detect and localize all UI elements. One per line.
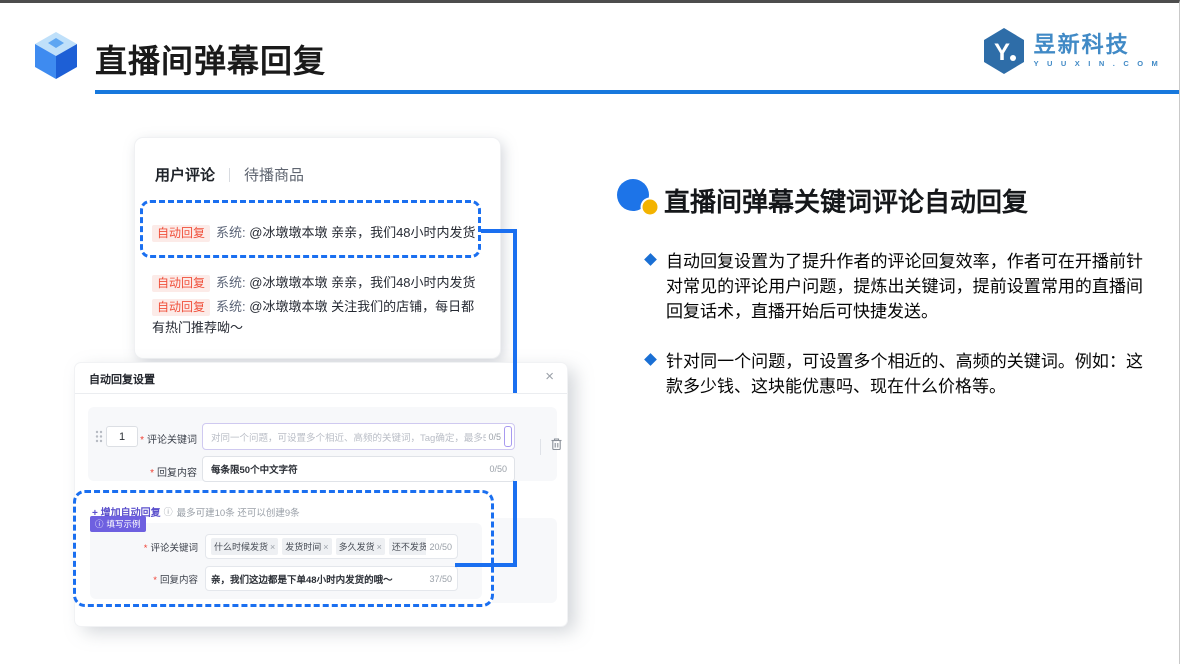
message-text: @冰墩墩本墩 亲亲，我们48小时内发货 [249,225,476,240]
message-sender: 系统: [216,225,246,240]
example-keyword-label: * 评论关键词 [143,543,198,554]
brand-name: 昱新科技 [1033,32,1130,57]
example-reply-counter: 37/50 [426,567,452,590]
example-reply-label: * 回复内容 [153,575,198,586]
keyword-tag[interactable]: 多久发货 × [335,538,385,555]
tag-close-icon[interactable]: × [270,542,275,552]
tab-user-comments[interactable]: 用户评论 [155,164,215,185]
tab-pending-products[interactable]: 待播商品 [244,164,304,185]
input-end-cap [504,426,512,447]
auto-reply-badge: 自动回复 [152,299,211,316]
feature-point: 针对同一个问题，可设置多个相近的、高频的关键词。例如：这款多少钱、这块能优惠吗、… [666,352,1143,396]
chat-message: 自动回复 系统: @冰墩墩本墩 亲亲，我们48小时内发货 [152,272,484,293]
close-icon[interactable]: × [545,366,554,388]
brand-hexagon-icon: Y [983,28,1024,74]
feature-point: 自动回复设置为了提升作者的评论回复效率，作者可在开播前针对常见的评论用户问题，提… [666,252,1143,321]
tag-close-icon[interactable]: × [323,542,328,552]
connector-line [481,229,517,233]
page: 直播间弹幕回复 Y 昱新科技 Y U U X I N . C O M 用户评论 … [0,0,1180,664]
reply-label: * 回复内容 [150,468,197,479]
reply-input[interactable]: 每条限50个中文字符 0/50 [202,456,515,482]
connector-line [513,229,517,393]
title-underline [95,90,1179,94]
cube-logo-icon [33,30,79,85]
diamond-bullet-icon [644,353,657,366]
rule-row-panel: 1 * 评论关键词 对同一个问题，可设置多个相近、高频的关键词，Tag确定，最多5… [88,407,562,482]
feature-heading: 直播间弹幕关键词评论自动回复 [664,187,1029,217]
page-title: 直播间弹幕回复 [95,43,327,79]
chat-message: 自动回复 系统: @冰墩墩本墩 亲亲，我们48小时内发货 [152,222,484,243]
keyword-placeholder: 对同一个问题，可设置多个相近、高频的关键词，Tag确定，最多5个 [211,432,486,444]
svg-text:Y: Y [994,39,1010,66]
chat-card: 用户评论 待播商品 自动回复 系统: @冰墩墩本墩 亲亲，我们48小时内发货 自动… [135,138,500,358]
keyword-tag[interactable]: 发货时间 × [282,538,332,555]
info-icon: ⓘ [95,519,104,529]
connector-line [513,481,517,567]
chat-message: 自动回复 系统: @冰墩墩本墩 关注我们的店铺，每日都有热门推荐呦～ [152,296,484,338]
example-reply-value: 亲，我们这边都是下单48小时内发货的哦～ [211,574,393,586]
brand-domain: Y U U X I N . C O M [1033,59,1161,68]
add-auto-reply-hint: 最多可建10条 还可以创建9条 [176,507,300,519]
keyword-counter: 0/5 [488,431,501,442]
delete-rule-button[interactable] [550,437,563,456]
reply-counter: 0/50 [489,464,507,474]
row-divider [540,439,541,455]
example-keyword-input[interactable]: 什么时候发货× 发货时间× 多久发货× 还不发货× 20/50 [205,534,458,559]
keyword-input[interactable]: 对同一个问题，可设置多个相近、高频的关键词，Tag确定，最多5个 0/5 [202,423,515,450]
tag-close-icon[interactable]: × [377,542,382,552]
required-mark: * [143,543,148,554]
diamond-bullet-icon [644,253,657,266]
tab-separator [229,167,231,182]
required-mark: * [150,468,154,479]
example-reply-input[interactable]: 亲，我们这边都是下单48小时内发货的哦～ 37/50 [205,566,458,591]
chat-tabs: 用户评论 待播商品 [155,164,304,185]
required-mark: * [140,435,144,446]
message-sender: 系统: [216,299,246,314]
example-highlight-dashed-box: + 增加自动回复 ⓘ 最多可建10条 还可以创建9条 ⓘ 填写示例 * 评论关键词… [73,490,494,607]
message-text: @冰墩墩本墩 亲亲，我们48小时内发货 [249,275,476,290]
message-sender: 系统: [216,275,246,290]
auto-reply-badge: 自动回复 [152,275,211,292]
required-mark: * [153,575,157,586]
keyword-label: * 评论关键词 [140,435,197,446]
example-keyword-counter: 20/50 [426,535,452,558]
info-icon: ⓘ [163,507,173,517]
brand-logo: Y 昱新科技 Y U U X I N . C O M [981,27,1161,75]
dialog-divider [75,393,567,394]
reply-hint-text: 每条限50个中文字符 [211,465,298,476]
auto-reply-badge: 自动回复 [152,225,211,242]
connector-line [455,563,517,567]
keyword-tag[interactable]: 什么时候发货 × [211,538,279,555]
example-badge: ⓘ 填写示例 [90,516,146,532]
dialog-title: 自动回复设置 [89,374,155,386]
chat-bubbles-icon [617,179,663,224]
